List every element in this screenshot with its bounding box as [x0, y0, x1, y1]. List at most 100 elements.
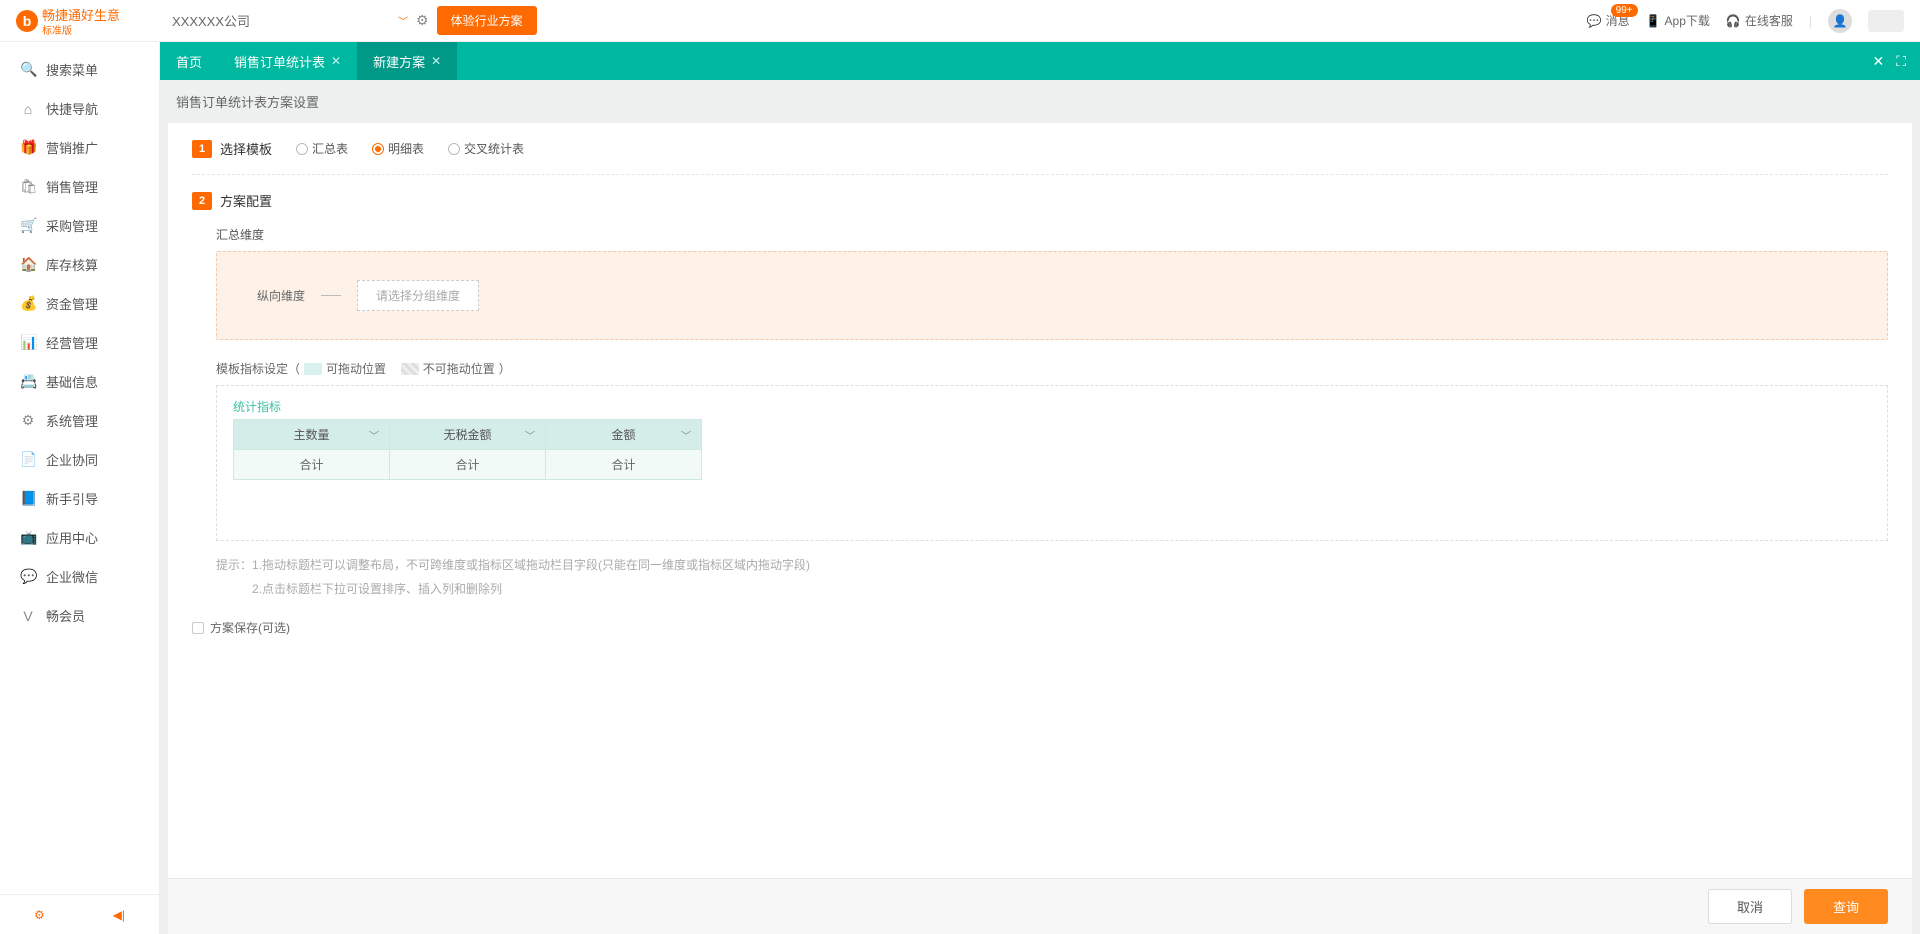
- user-avatar[interactable]: 👤: [1828, 9, 1852, 33]
- vertical-dim-selector[interactable]: 请选择分组维度: [357, 280, 479, 311]
- marketing-icon: 🎁: [20, 139, 36, 156]
- member-icon: V: [20, 608, 36, 624]
- sidebar-item-basic-info[interactable]: 📇基础信息: [0, 362, 159, 401]
- message-icon: 💬: [1587, 14, 1602, 28]
- step-1-title: 选择模板: [220, 139, 272, 158]
- experience-button[interactable]: 体验行业方案: [437, 6, 537, 35]
- settings-icon[interactable]: ⚙: [416, 12, 429, 29]
- messages-badge: 99+: [1611, 4, 1638, 17]
- vertical-dim-label: 纵向维度: [257, 287, 305, 304]
- sidebar-collapse-icon[interactable]: ◀|: [113, 908, 125, 922]
- sidebar-item-purchase[interactable]: 🛒 采购管理: [0, 206, 159, 245]
- step-1-row: 1 选择模板 汇总表 明细表 交叉统计表: [192, 139, 1888, 158]
- indicator-title: 统计指标: [233, 398, 1871, 415]
- sidebar-item-label: 应用中心: [46, 528, 98, 547]
- sidebar: 🔍搜索菜单⌂快捷导航🎁营销推广 🛍 销售管理 🛒 采购管理 🏠 库存核算 💰 资金管理 📊经营管理…: [0, 42, 160, 934]
- indicator-footer-cell: 合计: [546, 450, 702, 480]
- indicator-table: 主数量﹀无税金额﹀金额﹀ 合计合计合计: [233, 419, 702, 480]
- apps-icon: 📺: [20, 529, 36, 546]
- sidebar-item-search-menu[interactable]: 🔍搜索菜单: [0, 50, 159, 89]
- sidebar-item-apps[interactable]: 📺 应用中心: [0, 518, 159, 557]
- radio-icon: [372, 143, 384, 155]
- sales-icon: 🛍: [20, 178, 36, 195]
- sidebar-item-label: 库存核算: [46, 255, 98, 274]
- sidebar-item-system[interactable]: ⚙ 系统管理: [0, 401, 159, 440]
- sidebar-item-sales[interactable]: 🛍 销售管理: [0, 167, 159, 206]
- tab-close-icon[interactable]: ✕: [331, 54, 341, 68]
- action-footer: 取消 查询: [168, 878, 1912, 934]
- company-name: XXXXXX公司: [168, 7, 390, 34]
- sidebar-item-label: 销售管理: [46, 177, 98, 196]
- indicator-header[interactable]: 金额﹀: [546, 420, 702, 450]
- app-download-button[interactable]: 📱 App下载: [1646, 12, 1710, 29]
- indicator-header[interactable]: 主数量﹀: [234, 420, 390, 450]
- sidebar-item-label: 畅会员: [46, 606, 85, 625]
- company-selector[interactable]: XXXXXX公司 ﹀: [168, 7, 408, 34]
- indicator-header[interactable]: 无税金额﹀: [390, 420, 546, 450]
- sidebar-item-quick-nav[interactable]: ⌂快捷导航: [0, 89, 159, 128]
- radio-label: 汇总表: [312, 140, 348, 157]
- sidebar-item-label: 系统管理: [46, 411, 98, 430]
- draggable-swatch: [304, 363, 322, 375]
- sidebar-item-label: 搜索菜单: [46, 60, 98, 79]
- template-radio[interactable]: 明细表: [372, 140, 424, 157]
- sidebar-footer: ⚙ ◀|: [0, 894, 159, 934]
- sidebar-item-inventory[interactable]: 🏠 库存核算: [0, 245, 159, 284]
- funds-icon: 💰: [20, 295, 36, 312]
- chevron-down-icon[interactable]: ﹀: [681, 427, 691, 442]
- sidebar-item-label: 资金管理: [46, 294, 98, 313]
- tab-label: 首页: [176, 52, 202, 71]
- sidebar-settings-icon[interactable]: ⚙: [34, 908, 45, 922]
- page-title: 销售订单统计表方案设置: [160, 80, 1920, 123]
- tab-close-all-icon[interactable]: ✕: [1872, 53, 1884, 70]
- sidebar-item-business[interactable]: 📊经营管理: [0, 323, 159, 362]
- top-header: b 畅捷通好生意 标准版 XXXXXX公司 ﹀ ⚙ 体验行业方案 💬 消息 99…: [0, 0, 1920, 42]
- chevron-down-icon: ﹀: [398, 13, 408, 28]
- logo: b 畅捷通好生意 标准版: [16, 5, 160, 37]
- sidebar-item-collab[interactable]: 📄企业协同: [0, 440, 159, 479]
- sidebar-item-label: 采购管理: [46, 216, 98, 235]
- template-radio-group: 汇总表 明细表 交叉统计表: [296, 140, 524, 157]
- dim-connector: [321, 295, 341, 296]
- radio-icon: [448, 143, 460, 155]
- indicator-area: 统计指标 主数量﹀无税金额﹀金额﹀ 合计合计合计: [216, 385, 1888, 541]
- tab-close-icon[interactable]: ✕: [431, 54, 441, 68]
- online-service-button[interactable]: 🎧 在线客服: [1726, 12, 1793, 29]
- save-option[interactable]: 方案保存(可选): [192, 619, 1888, 636]
- chevron-down-icon[interactable]: ﹀: [525, 427, 535, 442]
- sidebar-item-member[interactable]: V 畅会员: [0, 596, 159, 635]
- inventory-icon: 🏠: [20, 256, 36, 273]
- tab-label: 销售订单统计表: [234, 52, 325, 71]
- sidebar-item-guide[interactable]: 📘新手引导: [0, 479, 159, 518]
- tab[interactable]: 新建方案✕: [357, 42, 457, 80]
- template-radio[interactable]: 交叉统计表: [448, 140, 524, 157]
- step-1-badge: 1: [192, 140, 212, 158]
- messages-button[interactable]: 💬 消息 99+: [1587, 12, 1630, 29]
- fullscreen-icon[interactable]: ⛶: [1896, 53, 1906, 70]
- template-radio[interactable]: 汇总表: [296, 140, 348, 157]
- save-checkbox[interactable]: [192, 622, 204, 634]
- tab-bar: 首页销售订单统计表✕新建方案✕ ✕ ⛶: [160, 42, 1920, 80]
- sidebar-item-marketing[interactable]: 🎁营销推广: [0, 128, 159, 167]
- sidebar-item-wecom[interactable]: 💬企业微信: [0, 557, 159, 596]
- tab[interactable]: 首页: [160, 42, 218, 80]
- fixed-swatch: [401, 363, 419, 375]
- app-download-label: App下载: [1665, 12, 1710, 29]
- sidebar-item-label: 基础信息: [46, 372, 98, 391]
- quick-nav-icon: ⌂: [20, 101, 36, 117]
- purchase-icon: 🛒: [20, 217, 36, 234]
- radio-label: 明细表: [388, 140, 424, 157]
- logo-icon: b: [16, 10, 38, 32]
- sidebar-item-label: 经营管理: [46, 333, 98, 352]
- chevron-down-icon[interactable]: ﹀: [369, 427, 379, 442]
- query-button[interactable]: 查询: [1804, 889, 1888, 924]
- logo-brand: 畅捷通好生意: [42, 5, 120, 24]
- tab[interactable]: 销售订单统计表 ✕: [218, 42, 357, 80]
- system-icon: ⚙: [20, 412, 36, 429]
- cancel-button[interactable]: 取消: [1708, 889, 1792, 924]
- dimension-box: 纵向维度 请选择分组维度: [216, 251, 1888, 340]
- online-service-label: 在线客服: [1745, 12, 1793, 29]
- logo-edition: 标准版: [42, 22, 120, 37]
- sidebar-item-funds[interactable]: 💰 资金管理: [0, 284, 159, 323]
- user-menu[interactable]: [1868, 10, 1904, 32]
